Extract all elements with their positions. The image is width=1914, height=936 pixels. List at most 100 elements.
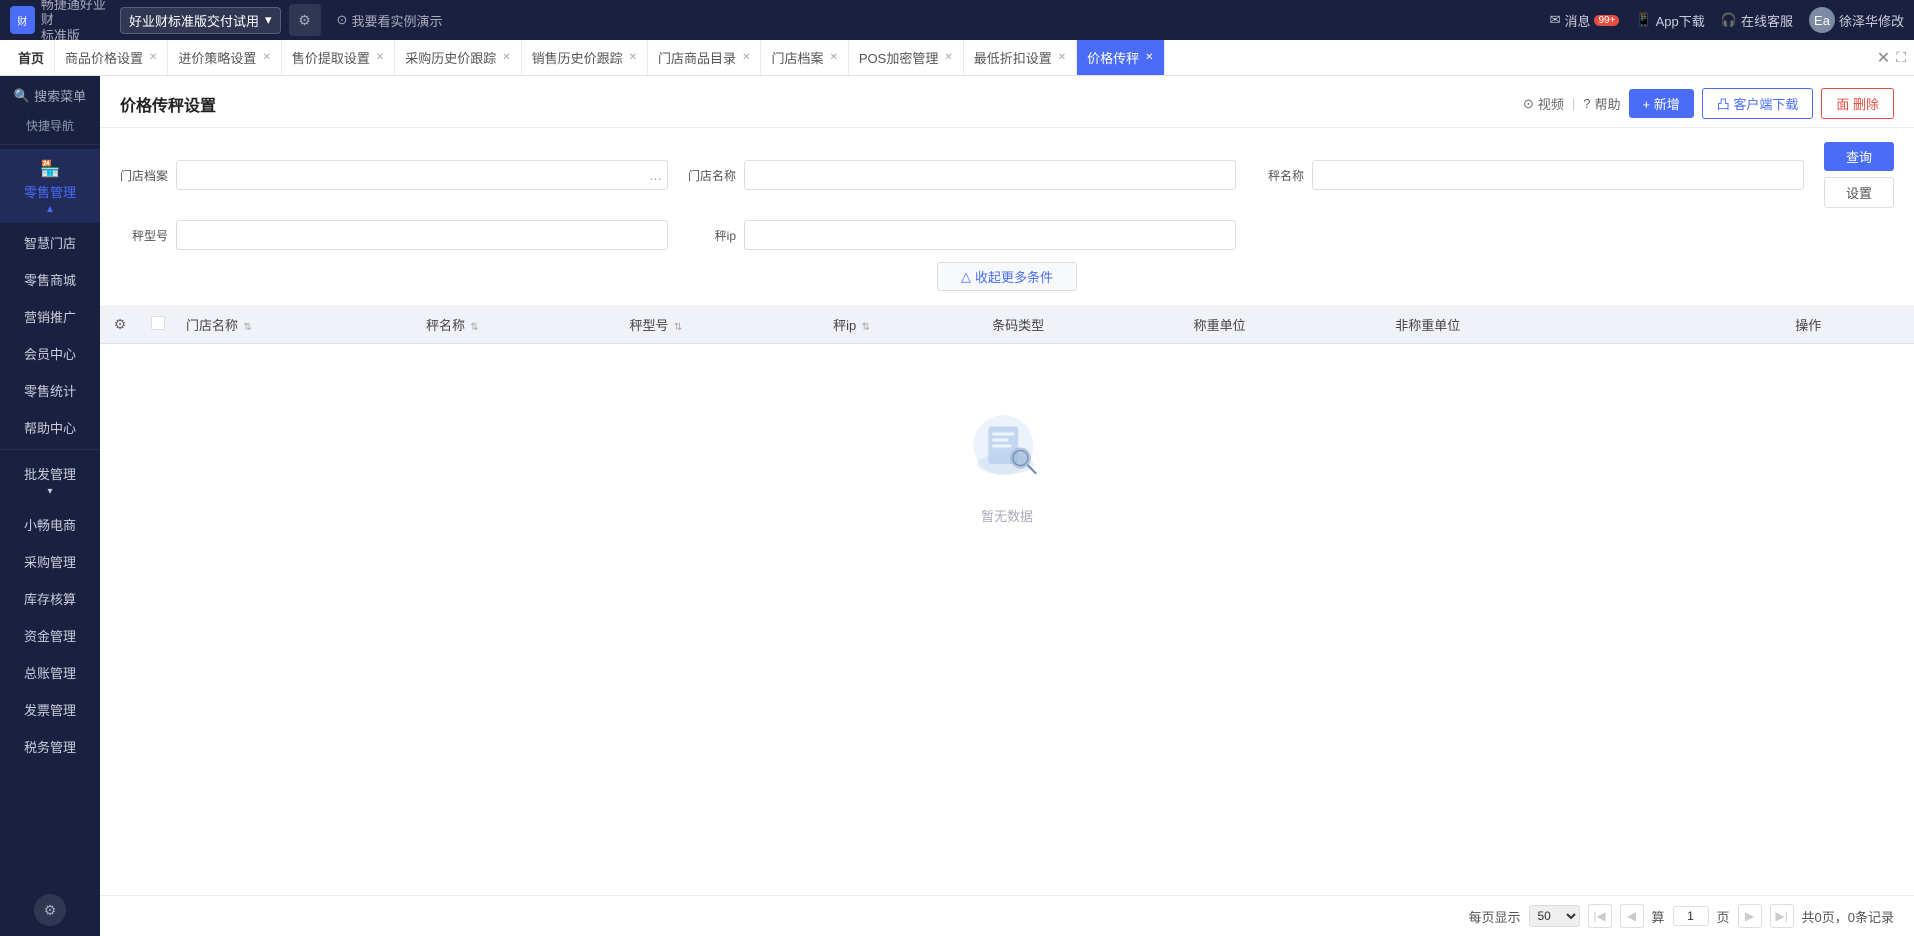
- sidebar-search[interactable]: 🔍 搜索菜单: [0, 76, 100, 111]
- sidebar-quick-nav[interactable]: 快捷导航: [0, 111, 100, 140]
- th-scale-ip: 秤ip ⇅: [823, 306, 982, 344]
- empty-text: 暂无数据: [981, 506, 1033, 525]
- sidebar-item-marketing[interactable]: 营销推广: [0, 297, 100, 334]
- store-file-input-wrapper: …: [176, 160, 668, 190]
- app-logo: 财 畅捷通好业财 标准版: [10, 0, 110, 43]
- online-service-btn[interactable]: 🎧 在线客服: [1721, 11, 1793, 30]
- scale-name-input[interactable]: [1312, 160, 1804, 190]
- close-window-btn[interactable]: ✕: [1877, 48, 1890, 68]
- filter-scale-ip: 秤ip: [688, 220, 1236, 250]
- first-page-btn[interactable]: |◀: [1588, 904, 1612, 928]
- app-download-btn[interactable]: 📱 App下载: [1635, 11, 1704, 30]
- scale-ip-label: 秤ip: [688, 227, 736, 244]
- collapse-button[interactable]: △ 收起更多条件: [937, 262, 1077, 291]
- tab-home[interactable]: 首页: [8, 40, 55, 76]
- page-number-input[interactable]: [1673, 906, 1709, 926]
- table-header-row: ⚙ 门店名称 ⇅ 秤名称 ⇅: [100, 306, 1914, 344]
- sidebar-item-finance[interactable]: 资金管理: [0, 616, 100, 653]
- query-button[interactable]: 查询: [1824, 142, 1894, 171]
- message-btn[interactable]: ✉ 消息 99+: [1550, 11, 1620, 30]
- sidebar-item-tax[interactable]: 税务管理: [0, 727, 100, 764]
- sidebar-item-retail-stat[interactable]: 零售统计: [0, 371, 100, 408]
- close-icon[interactable]: ✕: [502, 52, 510, 63]
- close-icon[interactable]: ✕: [944, 52, 952, 63]
- video-link[interactable]: ⊙ 视频: [1523, 94, 1564, 113]
- sidebar-bottom: ⚙: [0, 884, 100, 936]
- sort-icon[interactable]: ⇅: [243, 322, 251, 333]
- store-name-input[interactable]: [744, 160, 1236, 190]
- th-operation: 操作: [1785, 306, 1914, 344]
- close-icon[interactable]: ✕: [742, 52, 750, 63]
- close-icon[interactable]: ✕: [262, 52, 270, 63]
- th-gear[interactable]: ⚙: [100, 306, 140, 344]
- settings-icon[interactable]: ⚙: [289, 4, 321, 36]
- close-icon[interactable]: ✕: [1145, 52, 1153, 63]
- content-area: 价格传秤设置 ⊙ 视频 | ? 帮助 + 新增 凸 客户端下载 面: [100, 76, 1914, 936]
- close-icon[interactable]: ✕: [629, 52, 637, 63]
- tab-price-scale[interactable]: 价格传秤 ✕: [1077, 40, 1164, 76]
- sidebar-item-ledger[interactable]: 总账管理: [0, 653, 100, 690]
- sidebar-item-help[interactable]: 帮助中心: [0, 408, 100, 445]
- total-info: 共0页，0条记录: [1802, 907, 1894, 926]
- select-all-checkbox[interactable]: [151, 316, 165, 330]
- download-button[interactable]: 凸 客户端下载: [1702, 88, 1814, 119]
- filter-store-file: 门店档案 …: [120, 160, 668, 190]
- sidebar-item-purchase[interactable]: 采购管理: [0, 542, 100, 579]
- filter-row-2: 秤型号 秤ip: [120, 220, 1894, 250]
- store-name-label: 门店名称: [688, 167, 736, 184]
- sidebar-item-retail[interactable]: 🏪 零售管理 ▲: [0, 149, 100, 223]
- th-barcode-type: 条码类型: [982, 306, 1184, 344]
- sidebar-item-invoice[interactable]: 发票管理: [0, 690, 100, 727]
- close-icon[interactable]: ✕: [829, 52, 837, 63]
- filter-row-1: 门店档案 … 门店名称 秤名称 查询: [120, 142, 1894, 208]
- delete-button[interactable]: 面 删除: [1821, 88, 1894, 119]
- user-profile[interactable]: Ea 徐泽华修改: [1809, 7, 1904, 33]
- help-link[interactable]: ? 帮助: [1583, 94, 1620, 113]
- scale-ip-input[interactable]: [744, 220, 1236, 250]
- tab-purchase-strategy[interactable]: 进价策略设置 ✕: [168, 40, 281, 76]
- sort-icon[interactable]: ⇅: [674, 322, 682, 333]
- sort-icon[interactable]: ⇅: [470, 322, 478, 333]
- avatar: Ea: [1809, 7, 1835, 33]
- sort-icon[interactable]: ⇅: [862, 322, 870, 333]
- prev-page-btn[interactable]: ◀: [1620, 904, 1644, 928]
- tab-sale-price[interactable]: 售价提取设置 ✕: [282, 40, 395, 76]
- store-file-input[interactable]: [176, 160, 668, 190]
- last-page-btn[interactable]: ▶|: [1770, 904, 1794, 928]
- tab-store-catalog[interactable]: 门店商品目录 ✕: [648, 40, 761, 76]
- dots-icon[interactable]: …: [649, 168, 662, 183]
- sidebar-item-smart-store[interactable]: 智慧门店: [0, 223, 100, 260]
- tab-store-file[interactable]: 门店档案 ✕: [761, 40, 848, 76]
- tab-price-setting[interactable]: 商品价格设置 ✕: [55, 40, 168, 76]
- sidebar-item-ecommerce[interactable]: 小畅电商: [0, 505, 100, 542]
- filter-scale-name: 秤名称: [1256, 160, 1804, 190]
- tab-min-discount[interactable]: 最低折扣设置 ✕: [964, 40, 1077, 76]
- logo-icon: 财: [10, 6, 35, 34]
- add-button[interactable]: + 新增: [1629, 89, 1694, 118]
- sidebar-item-retail-mall[interactable]: 零售商城: [0, 260, 100, 297]
- maximize-window-btn[interactable]: ⛶: [1896, 49, 1906, 66]
- tab-pos-encrypt[interactable]: POS加密管理 ✕: [849, 40, 964, 76]
- close-icon[interactable]: ✕: [149, 52, 157, 63]
- setting-button[interactable]: 设置: [1824, 177, 1894, 208]
- pagination-bar: 每页显示 50 10 20 100 |◀ ◀ 算 页 ▶ ▶| 共0页，0条记录: [100, 895, 1914, 936]
- th-check[interactable]: [140, 306, 176, 344]
- next-page-btn[interactable]: ▶: [1738, 904, 1762, 928]
- sidebar-gear-icon[interactable]: ⚙: [34, 894, 66, 926]
- close-icon[interactable]: ✕: [1058, 52, 1066, 63]
- sidebar-item-wholesale[interactable]: 批发管理 ▾: [0, 454, 100, 505]
- per-page-select[interactable]: 50 10 20 100: [1529, 905, 1580, 927]
- version-selector[interactable]: 好业财标准版交付试用 ▾: [120, 7, 281, 34]
- empty-icon: [962, 404, 1052, 494]
- scale-model-input[interactable]: [176, 220, 668, 250]
- tab-purchase-history[interactable]: 采购历史价跟踪 ✕: [395, 40, 521, 76]
- tab-bar: 首页 商品价格设置 ✕ 进价策略设置 ✕ 售价提取设置 ✕ 采购历史价跟踪 ✕ …: [0, 40, 1914, 76]
- empty-state: 暂无数据: [100, 344, 1914, 585]
- chevron-down-icon: ▾: [265, 12, 272, 28]
- demo-link[interactable]: ⊙ 我要看实例演示: [337, 11, 443, 30]
- close-icon[interactable]: ✕: [376, 52, 384, 63]
- sidebar-item-inventory[interactable]: 库存核算: [0, 579, 100, 616]
- tab-sales-history[interactable]: 销售历史价跟踪 ✕: [522, 40, 648, 76]
- filter-scale-model: 秤型号: [120, 220, 668, 250]
- sidebar-item-member[interactable]: 会员中心: [0, 334, 100, 371]
